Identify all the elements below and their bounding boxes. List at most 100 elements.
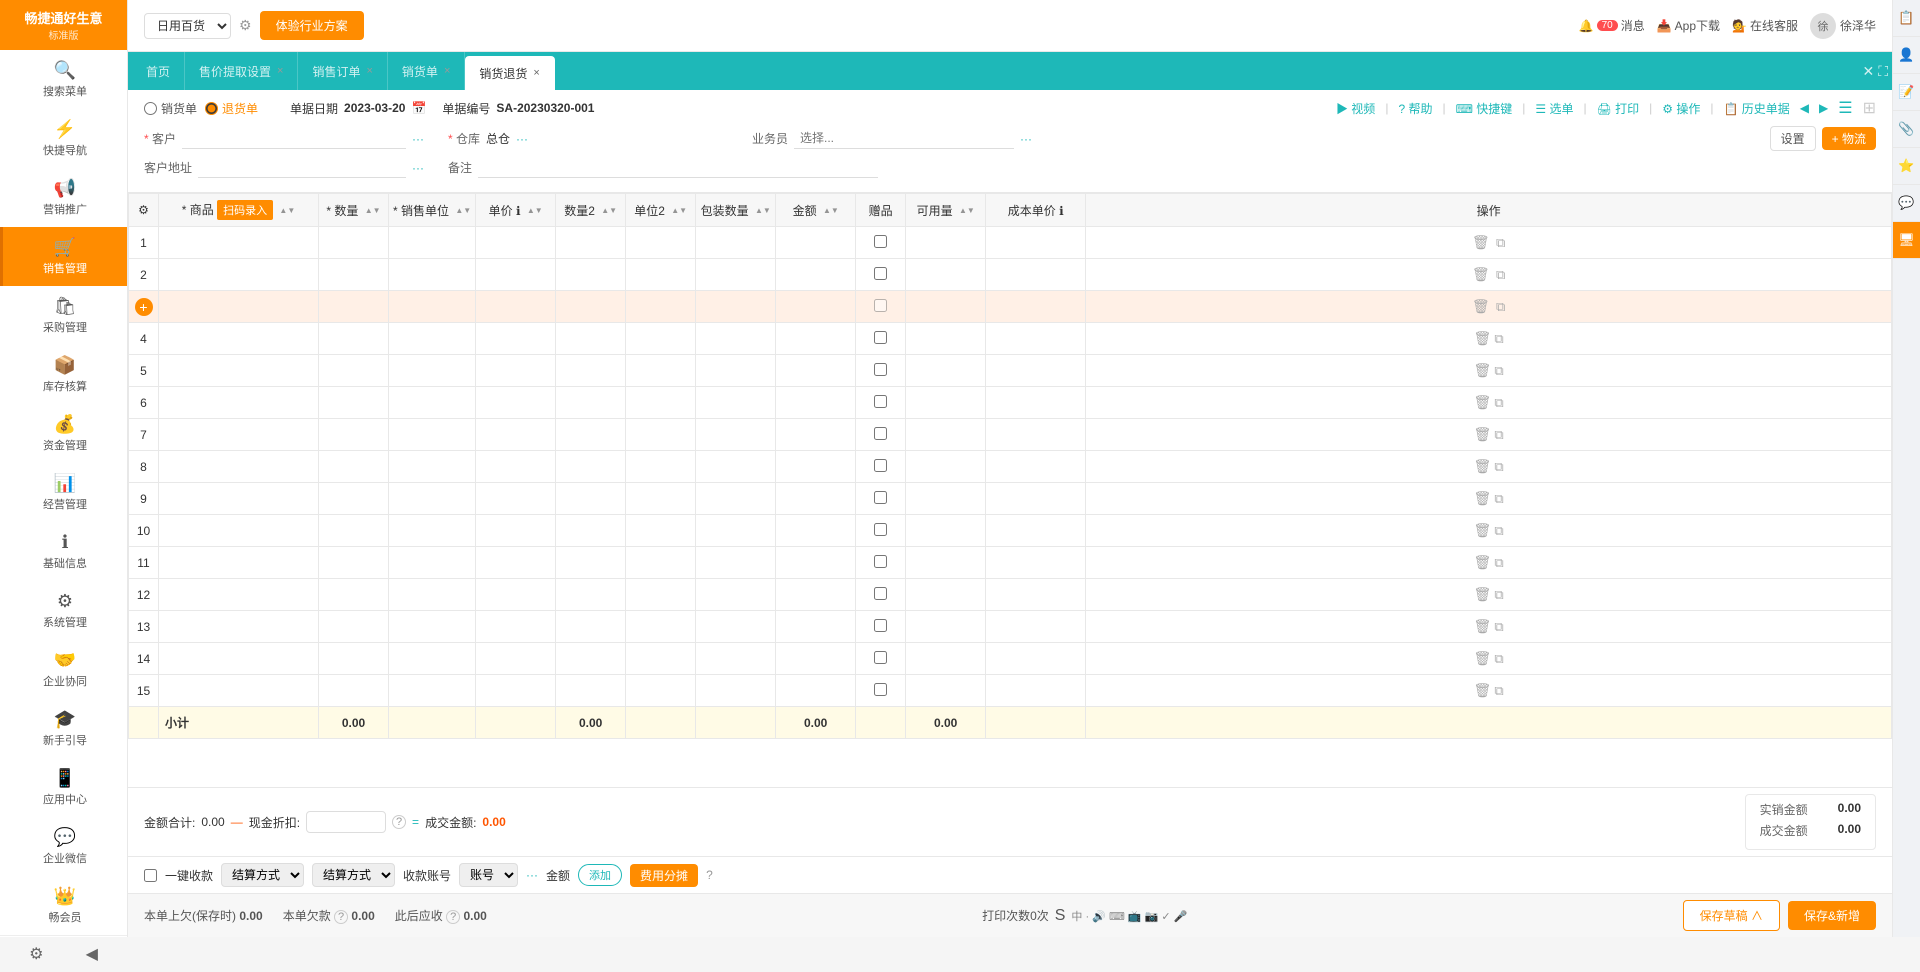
sidebar-item-purchase[interactable]: 🛍 采购管理 bbox=[0, 286, 127, 345]
delete-icon-4[interactable]: 🗑 bbox=[1474, 330, 1492, 346]
return-doc-radio-input[interactable] bbox=[205, 102, 218, 115]
tab-sales-return-close-icon[interactable]: × bbox=[533, 67, 539, 79]
copy-icon-11[interactable]: ⧉ bbox=[1494, 555, 1503, 570]
price-cell-add[interactable] bbox=[476, 291, 556, 323]
right-tool-star[interactable]: ⭐ bbox=[1893, 148, 1920, 185]
gift-checkbox-add[interactable] bbox=[874, 299, 887, 312]
cost-cell-add[interactable] bbox=[986, 291, 1086, 323]
right-tool-attach[interactable]: 📎 bbox=[1893, 111, 1920, 148]
sidebar-item-apps[interactable]: 📱 应用中心 bbox=[0, 758, 127, 817]
gift-checkbox-9[interactable] bbox=[874, 491, 887, 504]
delete-icon-2[interactable]: 🗑 bbox=[1472, 266, 1490, 282]
fee-split-button[interactable]: 费用分摊 bbox=[630, 864, 698, 887]
gift-checkbox-14[interactable] bbox=[874, 651, 887, 664]
delete-icon-10[interactable]: 🗑 bbox=[1474, 522, 1492, 538]
gift-checkbox-6[interactable] bbox=[874, 395, 887, 408]
cash-discount-input[interactable] bbox=[306, 811, 386, 833]
customer-picker-btn[interactable]: ··· bbox=[412, 132, 424, 146]
product-cell-1[interactable] bbox=[159, 227, 319, 259]
delete-icon-11[interactable]: 🗑 bbox=[1474, 554, 1492, 570]
pkg-cell-add[interactable] bbox=[696, 291, 776, 323]
save-draft-button[interactable]: 保存草稿 ∧ bbox=[1683, 900, 1780, 931]
fee-help-button[interactable]: ? bbox=[706, 868, 713, 882]
copy-icon-2[interactable]: ⧉ bbox=[1496, 267, 1505, 282]
account-picker-btn[interactable]: ··· bbox=[526, 868, 538, 882]
qty2-cell-2[interactable] bbox=[556, 259, 626, 291]
sidebar-collapse-icon[interactable]: ◀ bbox=[86, 944, 98, 964]
sidebar-item-guide[interactable]: 🎓 新手引导 bbox=[0, 699, 127, 758]
product-cell-2[interactable] bbox=[159, 259, 319, 291]
add-logistics-button[interactable]: + 物流 bbox=[1822, 127, 1876, 150]
sidebar-item-operations[interactable]: 📊 经营管理 bbox=[0, 463, 127, 522]
gift-checkbox-8[interactable] bbox=[874, 459, 887, 472]
delete-icon-add[interactable]: 🗑 bbox=[1472, 298, 1490, 314]
sidebar-item-marketing[interactable]: 📢 营销推广 bbox=[0, 168, 127, 227]
sale-doc-radio[interactable]: 销货单 bbox=[144, 100, 197, 117]
sidebar-item-sales[interactable]: 🛒 销售管理 bbox=[0, 227, 127, 286]
online-service-btn[interactable]: 💁 在线客服 bbox=[1732, 17, 1798, 34]
amount-sort-icon[interactable]: ▲▼ bbox=[823, 207, 839, 215]
sidebar-item-system[interactable]: ⚙ 系统管理 bbox=[0, 581, 127, 640]
delete-icon-6[interactable]: 🗑 bbox=[1474, 394, 1492, 410]
address-input[interactable] bbox=[198, 157, 406, 178]
salesperson-picker-btn[interactable]: ··· bbox=[1020, 132, 1032, 146]
unit-cell-2[interactable] bbox=[389, 259, 476, 291]
sidebar-item-inventory[interactable]: 📦 库存核算 bbox=[0, 345, 127, 404]
save-new-button[interactable]: 保存&新增 bbox=[1788, 901, 1876, 930]
product-input-add[interactable] bbox=[163, 300, 314, 314]
qty-sort-icon[interactable]: ▲▼ bbox=[365, 207, 381, 215]
amount-cell-1[interactable] bbox=[776, 227, 856, 259]
shortcut-btn[interactable]: ⌨ 快捷键 bbox=[1456, 100, 1513, 117]
add-row-button[interactable]: + bbox=[135, 298, 153, 316]
gift-cell-add[interactable] bbox=[856, 291, 906, 323]
receivable-help-icon[interactable]: ? bbox=[446, 910, 460, 924]
copy-icon-6[interactable]: ⧉ bbox=[1494, 395, 1503, 410]
delete-icon-8[interactable]: 🗑 bbox=[1474, 458, 1492, 474]
calculation-method-select[interactable]: 结算方式 bbox=[312, 863, 395, 887]
sidebar-item-basics[interactable]: ℹ 基础信息 bbox=[0, 522, 127, 581]
debt-help-icon[interactable]: ? bbox=[334, 910, 348, 924]
app-download-btn[interactable]: 📥 App下载 bbox=[1657, 17, 1720, 34]
copy-icon-add[interactable]: ⧉ bbox=[1496, 299, 1505, 314]
delete-icon-5[interactable]: 🗑 bbox=[1474, 362, 1492, 378]
tab-home[interactable]: 首页 bbox=[132, 52, 185, 90]
tab-close-all-button[interactable]: ✕ bbox=[1862, 63, 1874, 80]
copy-icon-13[interactable]: ⧉ bbox=[1494, 619, 1503, 634]
industry-select[interactable]: 日用百货 bbox=[144, 13, 231, 39]
tab-price-close-icon[interactable]: × bbox=[277, 65, 283, 77]
tab-sales-invoice-close-icon[interactable]: × bbox=[444, 65, 450, 77]
settlement-method-select[interactable]: 结算方式 bbox=[221, 863, 304, 887]
view-toggle-list[interactable]: ☰ bbox=[1838, 98, 1852, 118]
qty2-sort-icon[interactable]: ▲▼ bbox=[601, 207, 617, 215]
copy-icon-8[interactable]: ⧉ bbox=[1494, 459, 1503, 474]
copy-icon-9[interactable]: ⧉ bbox=[1494, 491, 1503, 506]
operation-btn[interactable]: ⚙ 操作 bbox=[1662, 100, 1700, 117]
delete-icon-9[interactable]: 🗑 bbox=[1474, 490, 1492, 506]
gift-checkbox-11[interactable] bbox=[874, 555, 887, 568]
help-btn[interactable]: ? 帮助 bbox=[1398, 100, 1432, 117]
avail-cell-1[interactable] bbox=[906, 227, 986, 259]
notification-area[interactable]: 🔔 70 消息 bbox=[1579, 17, 1645, 34]
next-doc-btn[interactable]: ▶ bbox=[1819, 101, 1828, 115]
th-settings[interactable]: ⚙ bbox=[129, 194, 159, 227]
gift-checkbox-15[interactable] bbox=[874, 683, 887, 696]
copy-icon-5[interactable]: ⧉ bbox=[1494, 363, 1503, 378]
amount-cell-add[interactable] bbox=[776, 291, 856, 323]
one-click-payment-checkbox[interactable] bbox=[144, 869, 157, 882]
gift-checkbox-1[interactable] bbox=[874, 235, 887, 248]
right-tool-chat[interactable]: 💬 bbox=[1893, 185, 1920, 222]
warehouse-picker-btn[interactable]: ··· bbox=[516, 132, 528, 146]
address-picker-btn[interactable]: ··· bbox=[412, 161, 424, 175]
unit2-cell-add[interactable] bbox=[626, 291, 696, 323]
prev-doc-btn[interactable]: ◀ bbox=[1800, 101, 1809, 115]
unit-sort-icon[interactable]: ▲▼ bbox=[455, 207, 471, 215]
tab-sales-order[interactable]: 销售订单 × bbox=[298, 52, 387, 90]
customer-input[interactable] bbox=[182, 128, 406, 149]
right-tool-screen[interactable]: 🖥 bbox=[1893, 222, 1920, 259]
history-btn[interactable]: 📋 历史单据 bbox=[1724, 100, 1790, 117]
right-tool-copy[interactable]: 📋 bbox=[1893, 0, 1920, 37]
tab-expand-button[interactable]: ⛶ bbox=[1878, 63, 1888, 80]
sidebar-item-search[interactable]: 🔍 搜索菜单 bbox=[0, 50, 127, 109]
product-sort-icon[interactable]: ▲▼ bbox=[279, 207, 295, 215]
delete-icon-13[interactable]: 🗑 bbox=[1474, 618, 1492, 634]
